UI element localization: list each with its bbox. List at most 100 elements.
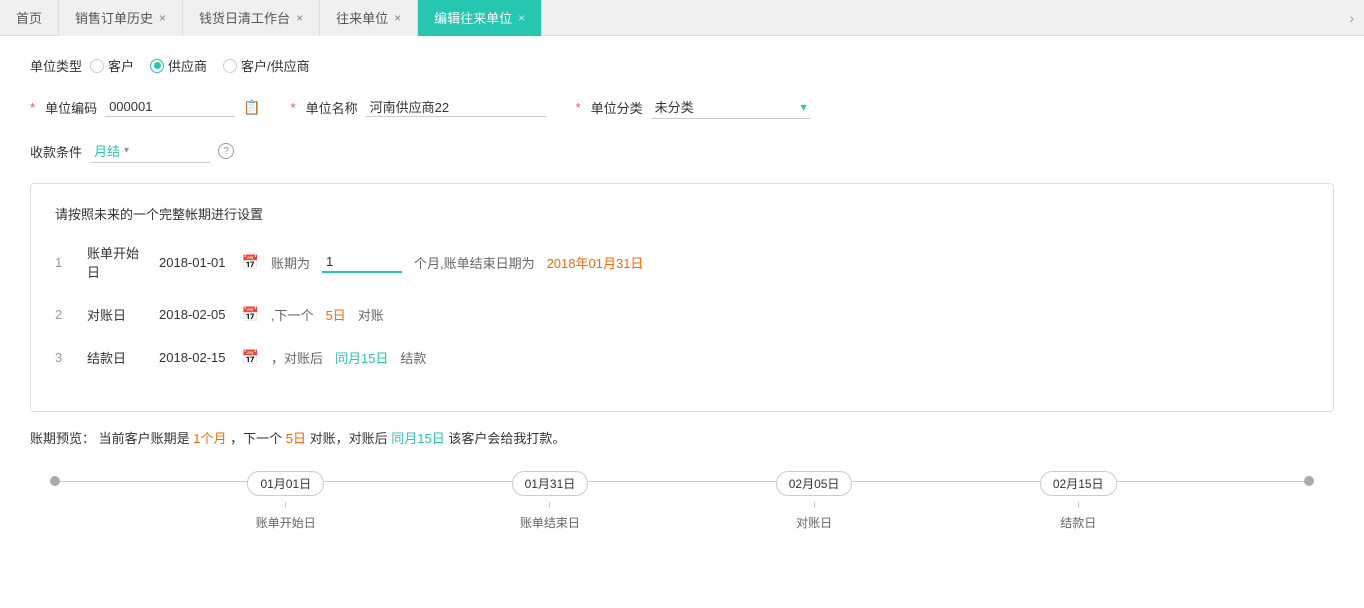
- tab-edit-close-icon[interactable]: ×: [518, 11, 525, 25]
- period-card: 请按照未来的一个完整帐期进行设置 1 账单开始日 2018-01-01 📅 账期…: [30, 183, 1334, 412]
- timeline-left-dot: [50, 476, 60, 486]
- timeline-node-3: 02月05日 对账日: [776, 471, 853, 531]
- unit-code-copy-icon[interactable]: 📋: [243, 99, 260, 116]
- main-content: 单位类型 客户 供应商 客户/供应商 * 单位编码: [0, 36, 1364, 608]
- unit-code-group: * 单位编码 📋: [30, 97, 261, 117]
- period-mid-1: 账期为: [271, 253, 310, 272]
- unit-name-input[interactable]: [366, 97, 546, 117]
- timeline-label-4: 结款日: [1060, 514, 1096, 531]
- period-date-1: 2018-01-01: [159, 255, 226, 270]
- period-end-date-highlight: 2018年01月31日: [547, 253, 644, 272]
- period-desc-2a: ,下一个: [271, 305, 314, 324]
- preview-mid-1: ，下一个: [230, 431, 282, 446]
- period-suffix-1: 个月,账单结束日期为: [414, 253, 535, 272]
- unit-name-label: 单位名称: [306, 98, 358, 117]
- timeline-label-1: 账单开始日: [256, 514, 316, 531]
- tab-home-label: 首页: [16, 8, 42, 27]
- timeline-nodes: 01月01日 账单开始日 01月31日 账单结束日 02月05日 对账日: [50, 471, 1314, 531]
- radio-group: 客户 供应商 客户/供应商: [90, 56, 310, 75]
- unit-category-value: 未分类: [655, 97, 797, 116]
- tab-edit-label: 编辑往来单位: [434, 8, 512, 27]
- period-label-1: 账单开始日: [87, 243, 147, 281]
- radio-customer-label: 客户: [108, 56, 134, 75]
- period-num-1: 1: [55, 255, 75, 270]
- timeline-tag-3: 02月05日: [776, 471, 853, 496]
- radio-both-circle: [223, 59, 237, 73]
- timeline-tag-line-2: [549, 502, 550, 508]
- timeline-tag-2: 01月31日: [512, 471, 589, 496]
- period-row-1: 1 账单开始日 2018-01-01 📅 账期为 个月,账单结束日期为 2018…: [55, 243, 1309, 281]
- period-num-3: 3: [55, 350, 75, 365]
- preview-section: 账期预览： 当前客户账期是 1个月 ，下一个 5日 对账，对账后 同月15日 该…: [30, 428, 1334, 583]
- period-num-2: 2: [55, 307, 75, 322]
- period-desc-3b: 结款: [400, 348, 426, 367]
- timeline-left-end: [50, 471, 60, 486]
- preview-highlight-1: 1个月: [193, 431, 226, 446]
- unit-type-row: 单位类型 客户 供应商 客户/供应商: [30, 56, 1334, 75]
- unit-code-star: *: [30, 100, 35, 115]
- tab-edit-unit[interactable]: 编辑往来单位 ×: [418, 0, 542, 36]
- period-label-2: 对账日: [87, 305, 147, 324]
- timeline-tag-1: 01月01日: [247, 471, 324, 496]
- tab-sales-close-icon[interactable]: ×: [159, 11, 166, 25]
- preview-highlight-2: 5日: [286, 431, 306, 446]
- tab-unit-close-icon[interactable]: ×: [394, 11, 401, 25]
- tab-cash-label: 钱货日清工作台: [199, 8, 290, 27]
- radio-customer[interactable]: 客户: [90, 56, 134, 75]
- unit-category-select[interactable]: 未分类 ▾: [651, 95, 811, 119]
- payment-terms-row: 收款条件 月结 ▾ ?: [30, 139, 1334, 163]
- tab-unit-origin[interactable]: 往来单位 ×: [320, 0, 418, 36]
- tab-home[interactable]: 首页: [0, 0, 59, 36]
- tab-sales-history[interactable]: 销售订单历史 ×: [59, 0, 183, 36]
- preview-mid-2: 对账，对账后: [310, 431, 388, 446]
- radio-supplier[interactable]: 供应商: [150, 56, 207, 75]
- category-chevron-icon: ▾: [801, 100, 807, 114]
- unit-category-group: * 单位分类 未分类 ▾: [576, 95, 811, 119]
- timeline-right-dot: [1304, 476, 1314, 486]
- period-row-2: 2 对账日 2018-02-05 📅 ,下一个 5日 对账: [55, 305, 1309, 324]
- timeline-label-3: 对账日: [796, 514, 832, 531]
- payment-terms-help-icon[interactable]: ?: [218, 143, 234, 159]
- timeline-label-2: 账单结束日: [520, 514, 580, 531]
- period-label-3: 结款日: [87, 348, 147, 367]
- tab-unit-label: 往来单位: [336, 8, 388, 27]
- unit-name-star: *: [291, 100, 296, 115]
- period-desc-3a: ，对账后: [271, 348, 323, 367]
- tabs-bar: 首页 销售订单历史 × 钱货日清工作台 × 往来单位 × 编辑往来单位 × ›: [0, 0, 1364, 36]
- unit-name-group: * 单位名称: [291, 97, 546, 117]
- period-calendar-2[interactable]: 📅: [242, 306, 259, 323]
- unit-category-star: *: [576, 100, 581, 115]
- period-desc-2-highlight: 5日: [326, 305, 346, 324]
- tab-cash-close-icon[interactable]: ×: [296, 11, 303, 25]
- timeline-tag-line-1: [285, 502, 286, 508]
- period-months-input[interactable]: [322, 252, 402, 273]
- payment-terms-value: 月结: [94, 141, 120, 160]
- preview-prefix: 当前客户账期是: [99, 431, 190, 446]
- payment-terms-chevron-icon: ▾: [124, 145, 129, 156]
- period-desc-2b: 对账: [358, 305, 384, 324]
- unit-info-row: * 单位编码 📋 * 单位名称 * 单位分类 未分类 ▾: [30, 95, 1334, 119]
- timeline-right-end: [1304, 471, 1314, 486]
- timeline-tag-4: 02月15日: [1040, 471, 1117, 496]
- payment-terms-label: 收款条件: [30, 142, 82, 161]
- period-calendar-1[interactable]: 📅: [242, 254, 259, 271]
- period-row-3: 3 结款日 2018-02-15 📅 ，对账后 同月15日 结款: [55, 348, 1309, 367]
- period-calendar-3[interactable]: 📅: [242, 349, 259, 366]
- timeline-container: 01月01日 账单开始日 01月31日 账单结束日 02月05日 对账日: [30, 471, 1334, 571]
- timeline-node-2: 01月31日 账单结束日: [512, 471, 589, 531]
- timeline-node-4: 02月15日 结款日: [1040, 471, 1117, 531]
- radio-customer-circle: [90, 59, 104, 73]
- tab-cash-work[interactable]: 钱货日清工作台 ×: [183, 0, 320, 36]
- tabs-arrow[interactable]: ›: [1339, 10, 1364, 26]
- radio-both[interactable]: 客户/供应商: [223, 56, 310, 75]
- radio-both-label: 客户/供应商: [241, 56, 310, 75]
- payment-terms-select[interactable]: 月结 ▾: [90, 139, 210, 163]
- period-desc-3-highlight: 同月15日: [335, 348, 388, 367]
- preview-text: 账期预览： 当前客户账期是 1个月 ，下一个 5日 对账，对账后 同月15日 该…: [30, 428, 1334, 447]
- unit-code-input[interactable]: [105, 97, 235, 117]
- preview-label: 账期预览：: [30, 431, 95, 446]
- radio-supplier-label: 供应商: [168, 56, 207, 75]
- payment-terms-group: 收款条件 月结 ▾ ?: [30, 139, 234, 163]
- unit-type-label: 单位类型: [30, 56, 82, 75]
- period-date-2: 2018-02-05: [159, 307, 226, 322]
